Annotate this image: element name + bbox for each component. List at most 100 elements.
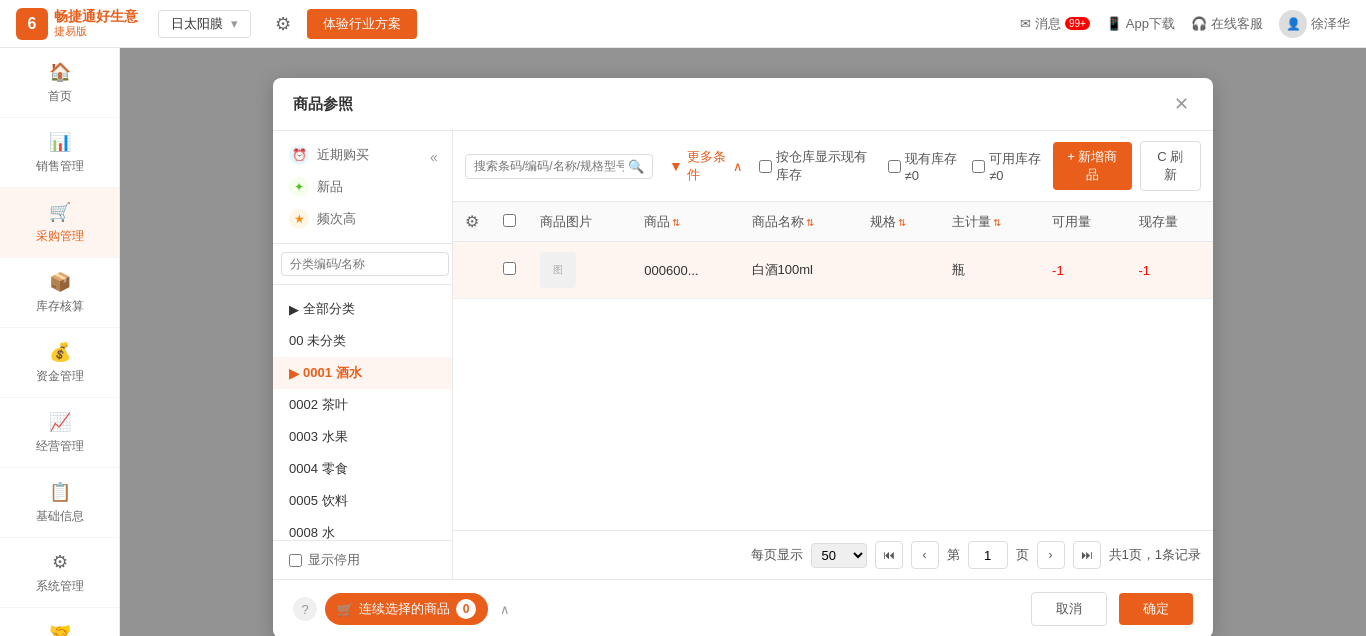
row-code-cell: 000600... — [632, 242, 739, 299]
cart-button[interactable]: 🛒 连续选择的商品 0 — [325, 593, 488, 625]
help-icon[interactable]: ? — [293, 597, 317, 621]
show-disabled-checkbox[interactable] — [289, 554, 302, 567]
basics-icon: 📋 — [48, 480, 72, 504]
add-product-button[interactable]: + 新增商品 — [1053, 142, 1132, 190]
next-page-button[interactable]: › — [1037, 541, 1065, 569]
modal-footer: ? 🛒 连续选择的商品 0 ∧ 取消 确定 — [273, 579, 1213, 636]
cancel-button[interactable]: 取消 — [1031, 592, 1107, 626]
category-item-fruit[interactable]: 0003 水果 — [273, 421, 452, 453]
online-service-nav-item[interactable]: 🎧 在线客服 — [1191, 15, 1263, 33]
quick-filter-frequent[interactable]: ★ 频次高 — [281, 203, 444, 235]
category-search-bar: 🔍 — [273, 244, 452, 285]
modal-title: 商品参照 — [293, 95, 353, 114]
logo-icon: 6 — [16, 8, 48, 40]
sidebar-label-finance: 资金管理 — [36, 368, 84, 385]
sidebar-item-home[interactable]: 🏠 首页 — [0, 48, 119, 118]
sort-spec-icon[interactable]: ⇅ — [898, 217, 906, 228]
app-download-label: App下载 — [1126, 15, 1175, 33]
last-page-button[interactable]: ⏭ — [1073, 541, 1101, 569]
company-name: 日太阳膜 — [171, 15, 223, 33]
sort-unit-icon[interactable]: ⇅ — [993, 217, 1001, 228]
headset-icon: 🎧 — [1191, 16, 1207, 31]
collapse-panel-button[interactable]: « — [424, 147, 444, 167]
sidebar-item-sales[interactable]: 📊 销售管理 — [0, 118, 119, 188]
filter-checkboxes: 按仓库显示现有库存 现有库存≠0 可用库存≠0 — [759, 148, 1045, 184]
col-checkbox — [491, 202, 528, 242]
checkbox-warehouse[interactable] — [759, 160, 772, 173]
checkbox-stock[interactable] — [888, 160, 901, 173]
confirm-button[interactable]: 确定 — [1119, 593, 1193, 625]
category-item-water[interactable]: 0008 水 — [273, 517, 452, 540]
select-all-checkbox[interactable] — [503, 214, 516, 227]
top-navbar: 6 畅捷通好生意 捷易版 日太阳膜 ▾ ⚙ 体验行业方案 ✉ 消息 99+ 📱 … — [0, 0, 1366, 48]
table-row[interactable]: 图 000600... 白酒100ml 瓶 -1 -1 — [453, 242, 1213, 299]
modal-close-button[interactable]: ✕ — [1169, 92, 1193, 116]
trial-button[interactable]: 体验行业方案 — [307, 9, 417, 39]
company-selector[interactable]: 日太阳膜 ▾ — [158, 10, 251, 38]
checkbox-warehouse-label[interactable]: 按仓库显示现有库存 — [759, 148, 876, 184]
logo-area: 6 畅捷通好生意 捷易版 — [16, 8, 138, 40]
app-download-nav-item[interactable]: 📱 App下载 — [1106, 15, 1175, 33]
sidebar-label-home: 首页 — [48, 88, 72, 105]
sidebar-label-purchase: 采购管理 — [36, 228, 84, 245]
sidebar-label-inventory: 库存核算 — [36, 298, 84, 315]
category-search-input[interactable] — [281, 252, 449, 276]
messages-nav-item[interactable]: ✉ 消息 99+ — [1020, 15, 1090, 33]
sidebar-item-finance[interactable]: 💰 资金管理 — [0, 328, 119, 398]
quick-filters: ⏰ 近期购买 ✦ 新品 ★ 频次高 — [273, 131, 452, 244]
sidebar-item-system[interactable]: ⚙ 系统管理 — [0, 538, 119, 608]
row-select-checkbox[interactable] — [503, 262, 516, 275]
checkbox-warehouse-text: 按仓库显示现有库存 — [776, 148, 876, 184]
category-item-beverage[interactable]: 0005 饮料 — [273, 485, 452, 517]
product-thumbnail: 图 — [540, 252, 576, 288]
settings-nav-icon[interactable]: ⚙ — [267, 8, 299, 40]
product-search-input[interactable] — [474, 159, 624, 173]
row-available-cell: -1 — [1040, 242, 1126, 299]
sidebar-item-basics[interactable]: 📋 基础信息 — [0, 468, 119, 538]
checkbox-available[interactable] — [972, 160, 985, 173]
filter-arrow-icon: ∧ — [733, 159, 743, 174]
category-label-uncategorized: 00 未分类 — [289, 332, 346, 350]
product-search-wrap: 🔍 — [465, 154, 653, 179]
page-number-input[interactable] — [968, 541, 1008, 569]
pagination-bar: 每页显示 50 20 100 ⏮ ‹ 第 页 › — [453, 530, 1213, 579]
category-item-all[interactable]: ▶ 全部分类 — [273, 293, 452, 325]
first-page-button[interactable]: ⏮ — [875, 541, 903, 569]
expand-all-icon: ▶ — [289, 302, 299, 317]
quick-filter-recent[interactable]: ⏰ 近期购买 — [281, 139, 444, 171]
quick-filter-new[interactable]: ✦ 新品 — [281, 171, 444, 203]
refresh-button[interactable]: C 刷新 — [1140, 141, 1201, 191]
row-checkbox-cell — [491, 242, 528, 299]
page-size-select[interactable]: 50 20 100 — [811, 543, 867, 568]
category-panel: ⏰ 近期购买 ✦ 新品 ★ 频次高 — [273, 131, 453, 579]
more-filters-button[interactable]: ▼ 更多条件 ∧ — [661, 144, 751, 188]
username-label: 徐泽华 — [1311, 15, 1350, 33]
collapse-footer-icon[interactable]: ∧ — [500, 602, 510, 617]
page-total: 共1页，1条记录 — [1109, 546, 1201, 564]
category-item-tea[interactable]: 0002 茶叶 — [273, 389, 452, 421]
category-label-tea: 0002 茶叶 — [289, 396, 348, 414]
sales-icon: 📊 — [48, 130, 72, 154]
checkbox-available-label[interactable]: 可用库存≠0 — [972, 150, 1045, 183]
sidebar-item-purchase[interactable]: 🛒 采购管理 — [0, 188, 119, 258]
checkbox-stock-label[interactable]: 现有库存≠0 — [888, 150, 961, 183]
sort-code-icon[interactable]: ⇅ — [672, 217, 680, 228]
column-settings-icon[interactable]: ⚙ — [465, 213, 479, 230]
sidebar-item-enterprise[interactable]: 🤝 企业协同 — [0, 608, 119, 636]
sidebar-item-inventory[interactable]: 📦 库存核算 — [0, 258, 119, 328]
category-label-snack: 0004 零食 — [289, 460, 348, 478]
sidebar-item-operations[interactable]: 📈 经营管理 — [0, 398, 119, 468]
logo-sub: 捷易版 — [54, 24, 138, 39]
main-layout: 🏠 首页 📊 销售管理 🛒 采购管理 📦 库存核算 💰 资金管理 📈 经营管理 … — [0, 48, 1366, 636]
product-search-icon[interactable]: 🔍 — [628, 159, 644, 174]
sort-name-icon[interactable]: ⇅ — [806, 217, 814, 228]
category-item-snack[interactable]: 0004 零食 — [273, 453, 452, 485]
category-item-liquor[interactable]: ▶ 0001 酒水 — [273, 357, 452, 389]
user-nav-item[interactable]: 👤 徐泽华 — [1279, 10, 1350, 38]
phone-icon: 📱 — [1106, 16, 1122, 31]
category-label-liquor: 0001 酒水 — [303, 364, 362, 382]
prev-page-button[interactable]: ‹ — [911, 541, 939, 569]
category-item-uncategorized[interactable]: 00 未分类 — [273, 325, 452, 357]
page-of-label: 页 — [1016, 546, 1029, 564]
products-table-element: ⚙ 商品图片 商品⇅ — [453, 202, 1213, 299]
